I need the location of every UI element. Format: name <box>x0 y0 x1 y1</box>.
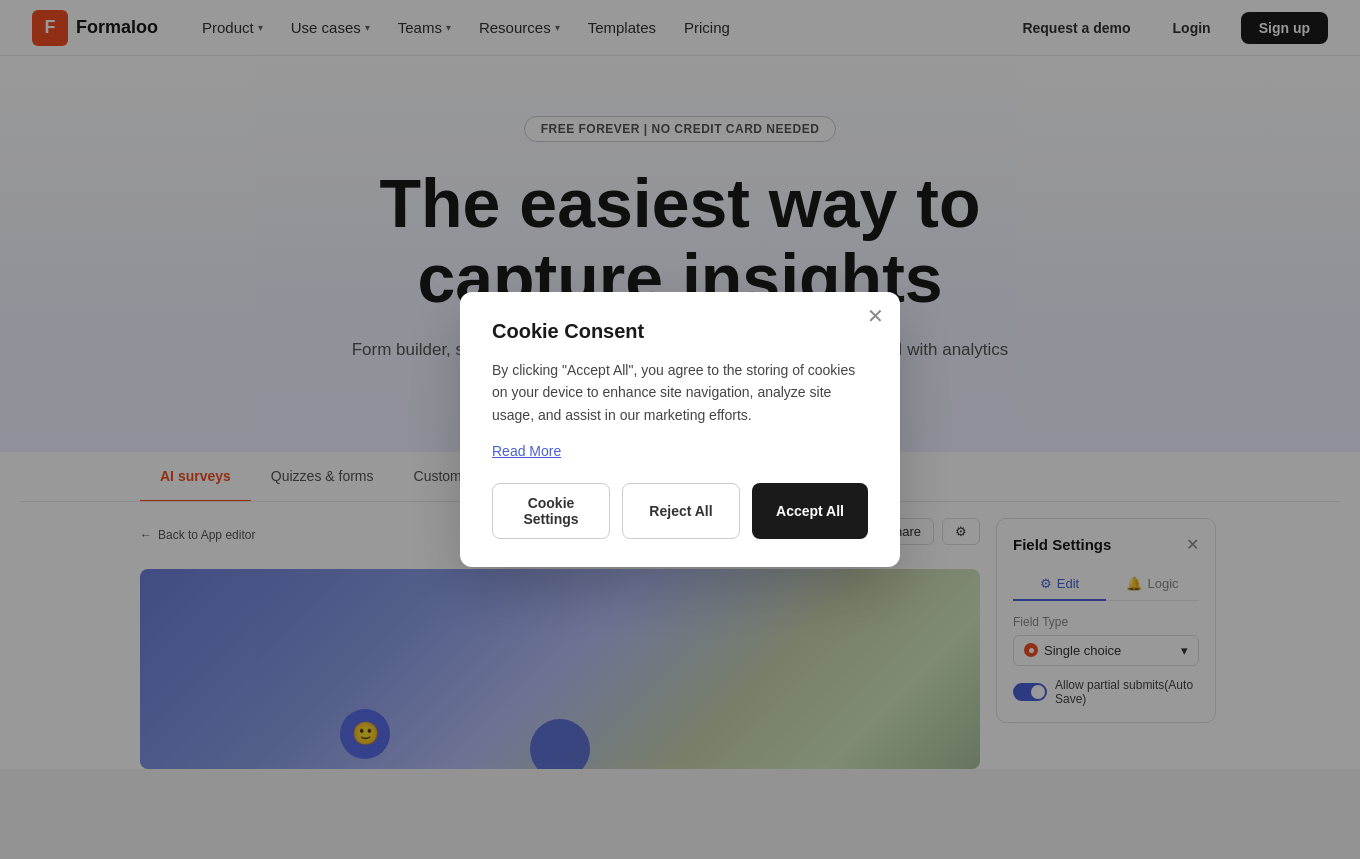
cookie-settings-button[interactable]: Cookie Settings <box>492 483 610 539</box>
read-more-link[interactable]: Read More <box>492 443 561 459</box>
modal-close-button[interactable]: ✕ <box>867 306 884 326</box>
accept-all-button[interactable]: Accept All <box>752 483 868 539</box>
cookie-overlay: ✕ Cookie Consent By clicking "Accept All… <box>0 0 1360 859</box>
modal-actions: Cookie Settings Reject All Accept All <box>492 483 868 539</box>
cookie-modal: ✕ Cookie Consent By clicking "Accept All… <box>460 292 900 567</box>
modal-title: Cookie Consent <box>492 320 868 343</box>
modal-body: By clicking "Accept All", you agree to t… <box>492 359 868 426</box>
reject-all-button[interactable]: Reject All <box>622 483 740 539</box>
